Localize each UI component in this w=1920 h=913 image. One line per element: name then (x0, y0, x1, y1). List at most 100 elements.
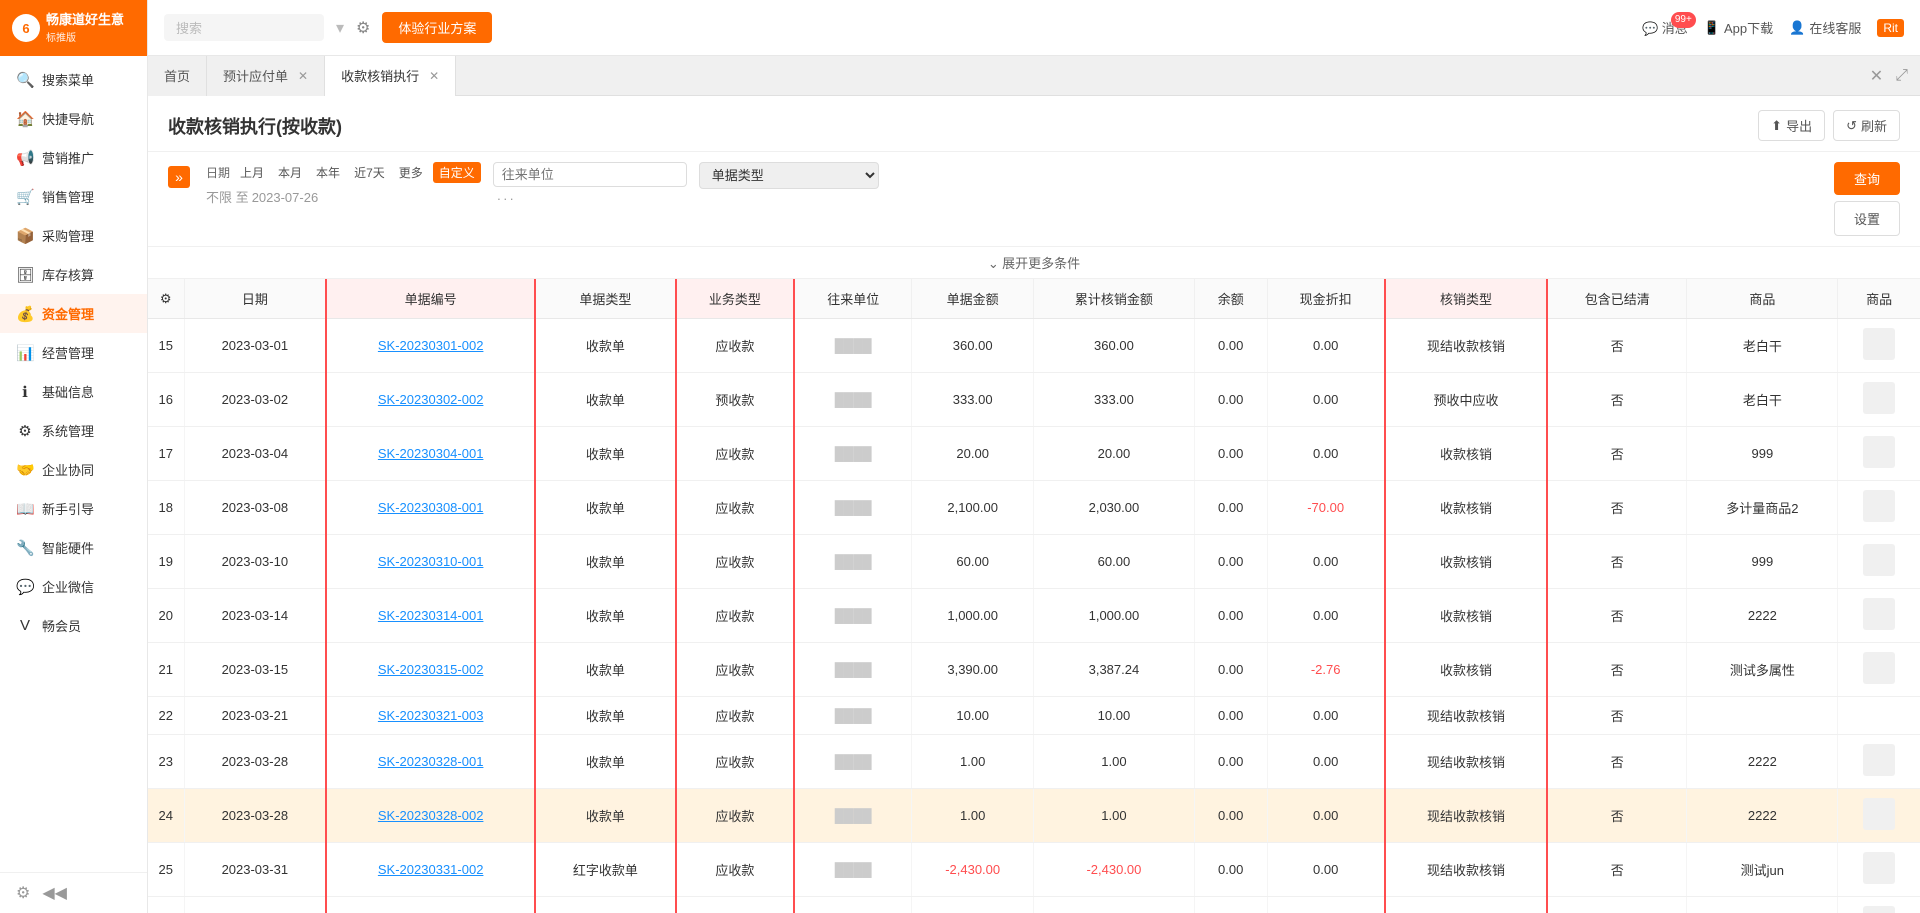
cell-amount: 360.00 (912, 319, 1034, 373)
sidebar-item-marketing[interactable]: 📢营销推广 (0, 138, 147, 177)
col-header-include-settled[interactable]: 包含已结清 (1547, 279, 1687, 319)
cell-bill-no[interactable]: SK-20230328-002 (326, 789, 535, 843)
filter-bill-type-group: 单据类型 (699, 162, 879, 189)
export-button[interactable]: ⬆ 导出 (1758, 110, 1825, 141)
sidebar-item-wechat[interactable]: 💬企业微信 (0, 567, 147, 606)
cell-bill-no[interactable]: SK-20230304-001 (326, 427, 535, 481)
col-header-partner[interactable]: 往来单位 (794, 279, 912, 319)
date-btn-more[interactable]: 更多 (395, 162, 427, 183)
col-header-date[interactable]: 日期 (184, 279, 326, 319)
cell-amount: 20.00 (912, 427, 1034, 481)
date-btn-this-year[interactable]: 本年 (312, 162, 344, 183)
refresh-button[interactable]: ↺ 刷新 (1833, 110, 1900, 141)
sidebar-item-member[interactable]: V畅会员 (0, 606, 147, 645)
cell-bill-no[interactable]: SK-20230310-001 (326, 535, 535, 589)
sidebar-item-system[interactable]: ⚙系统管理 (0, 411, 147, 450)
sidebar-item-guide[interactable]: 📖新手引导 (0, 489, 147, 528)
cell-bill-no[interactable]: SK-20230321-003 (326, 697, 535, 735)
topbar-gear-icon[interactable]: ⚙ (356, 18, 370, 38)
sidebar-item-finance[interactable]: 💰资金管理 (0, 294, 147, 333)
cell-bill-no[interactable]: SK-20230315-002 (326, 643, 535, 697)
sidebar-item-sales[interactable]: 🛒销售管理 (0, 177, 147, 216)
bill-no-link[interactable]: SK-20230328-002 (378, 808, 484, 823)
expand-more-bar[interactable]: ⌄ 展开更多条件 (148, 247, 1920, 279)
bill-no-link[interactable]: SK-20230314-001 (378, 608, 484, 623)
col-header-goods[interactable]: 商品 (1687, 279, 1838, 319)
goods-thumbnail (1863, 490, 1895, 522)
col-header-amount[interactable]: 单据金额 (912, 279, 1034, 319)
cell-partner: ████ (794, 319, 912, 373)
cell-bill-no[interactable]: SK-20230328-001 (326, 735, 535, 789)
col-header-verified[interactable]: 累计核销金额 (1034, 279, 1195, 319)
sidebar-item-collab[interactable]: 🤝企业协同 (0, 450, 147, 489)
tab-payable[interactable]: 预计应付单 ✕ (207, 56, 325, 96)
bill-no-link[interactable]: SK-20230328-001 (378, 754, 484, 769)
col-header-settings[interactable]: ⚙ (148, 279, 184, 319)
sidebar-item-inventory[interactable]: 🗄库存核算 (0, 255, 147, 294)
cell-include-settled: 否 (1547, 897, 1687, 913)
topbar-dropdown-icon[interactable]: ▾ (336, 18, 344, 38)
cell-bill-no[interactable]: SK-20230301-002 (326, 319, 535, 373)
date-btn-custom[interactable]: 自定义 (433, 162, 481, 183)
app-download-button[interactable]: 📱 App下载 (1704, 18, 1773, 37)
goods-thumbnail (1863, 598, 1895, 630)
bill-no-link[interactable]: SK-20230331-002 (378, 862, 484, 877)
col-header-bill-no[interactable]: 单据编号 (326, 279, 535, 319)
collapse-icon[interactable]: ◀◀ (42, 883, 67, 903)
tab-verify[interactable]: 收款核销执行 ✕ (325, 56, 456, 96)
query-button[interactable]: 查询 (1834, 162, 1900, 195)
bill-no-link[interactable]: SK-20230321-003 (378, 708, 484, 723)
settings-button[interactable]: 设置 (1834, 201, 1900, 236)
sidebar-item-label: 营销推广 (42, 148, 94, 167)
cell-cash-discount: 0.00 (1267, 843, 1385, 897)
sidebar-item-label: 企业协同 (42, 460, 94, 479)
cell-no: 22 (148, 697, 184, 735)
user-avatar[interactable]: Rit (1877, 19, 1904, 37)
tab-close-all-button[interactable]: ✕ (1866, 62, 1887, 90)
col-header-biz-type[interactable]: 业务类型 (676, 279, 794, 319)
col-header-cash-discount[interactable]: 现金折扣 (1267, 279, 1385, 319)
sidebar-item-hardware[interactable]: 🔧智能硬件 (0, 528, 147, 567)
sidebar-bottom[interactable]: ⚙ ◀◀ (0, 872, 147, 913)
solution-button[interactable]: 体验行业方案 (382, 12, 492, 43)
date-btn-last-month[interactable]: 上月 (236, 162, 268, 183)
sidebar-item-shortcut[interactable]: 🏠快捷导航 (0, 99, 147, 138)
online-service-button[interactable]: 👤 在线客服 (1789, 18, 1861, 37)
tab-maximize-button[interactable]: ⤢ (1891, 63, 1912, 89)
cell-balance: 0.00 (1194, 319, 1267, 373)
cell-date: 2023-03-28 (184, 789, 326, 843)
sidebar-item-operations[interactable]: 📊经营管理 (0, 333, 147, 372)
col-header-balance[interactable]: 余额 (1194, 279, 1267, 319)
cell-bill-no[interactable]: SK-20230403-002 (326, 897, 535, 913)
date-btn-this-month[interactable]: 本月 (274, 162, 306, 183)
bill-type-select[interactable]: 单据类型 (699, 162, 879, 189)
partner-input[interactable] (493, 162, 687, 187)
cell-bill-no[interactable]: SK-20230331-002 (326, 843, 535, 897)
sidebar-item-purchase[interactable]: 📦采购管理 (0, 216, 147, 255)
col-header-goods-thumb[interactable]: 商品 (1838, 279, 1920, 319)
sidebar-item-basic[interactable]: ℹ基础信息 (0, 372, 147, 411)
cell-balance: 0.00 (1194, 843, 1267, 897)
bill-no-link[interactable]: SK-20230308-001 (378, 500, 484, 515)
col-settings-icon[interactable]: ⚙ (160, 291, 172, 306)
goods-thumbnail (1863, 744, 1895, 776)
bill-no-link[interactable]: SK-20230301-002 (378, 338, 484, 353)
cell-bill-no[interactable]: SK-20230314-001 (326, 589, 535, 643)
settings-icon[interactable]: ⚙ (16, 883, 30, 903)
tab-verify-close[interactable]: ✕ (429, 69, 439, 83)
bill-no-link[interactable]: SK-20230310-001 (378, 554, 484, 569)
sidebar-item-label: 销售管理 (42, 187, 94, 206)
bill-no-link[interactable]: SK-20230304-001 (378, 446, 484, 461)
col-header-verify-type[interactable]: 核销类型 (1385, 279, 1547, 319)
bill-no-link[interactable]: SK-20230302-002 (378, 392, 484, 407)
cell-bill-no[interactable]: SK-20230302-002 (326, 373, 535, 427)
sidebar-item-search[interactable]: 🔍搜索菜单 (0, 60, 147, 99)
tab-home[interactable]: 首页 (148, 56, 207, 96)
date-btn-7days[interactable]: 近7天 (350, 162, 389, 183)
cell-bill-no[interactable]: SK-20230308-001 (326, 481, 535, 535)
message-button[interactable]: 💬 消息 99+ (1642, 18, 1688, 37)
tab-payable-close[interactable]: ✕ (298, 69, 308, 83)
bill-no-link[interactable]: SK-20230315-002 (378, 662, 484, 677)
col-header-bill-type[interactable]: 单据类型 (535, 279, 675, 319)
filter-toggle-button[interactable]: » (168, 166, 190, 188)
